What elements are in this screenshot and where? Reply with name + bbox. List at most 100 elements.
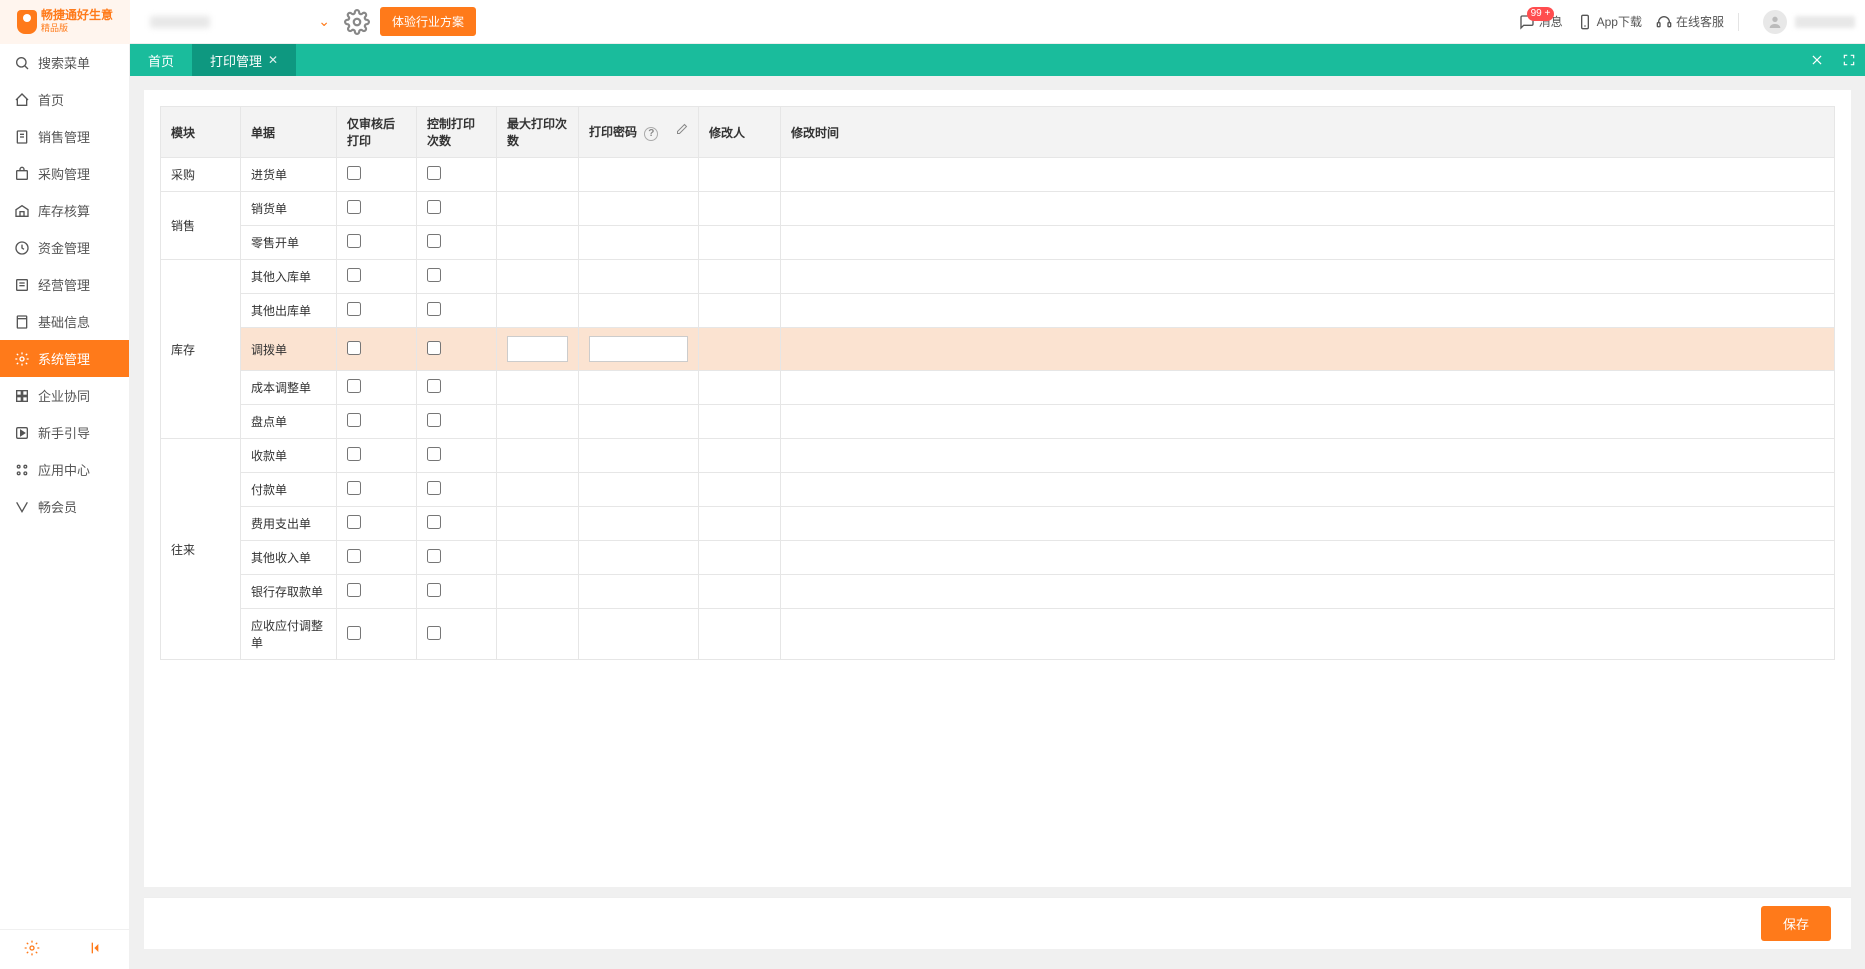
cell-print-password — [579, 439, 699, 473]
close-icon[interactable]: ✕ — [268, 53, 278, 67]
sidebar-item-system[interactable]: 系统管理 — [0, 340, 129, 377]
tab-home[interactable]: 首页 — [130, 44, 192, 76]
online-service-button[interactable]: 在线客服 — [1656, 13, 1724, 30]
audit-only-checkbox[interactable] — [347, 200, 361, 214]
cell-modifier — [699, 192, 781, 226]
limit-count-checkbox[interactable] — [427, 626, 441, 640]
cell-audit-only — [337, 507, 417, 541]
cell-print-password — [579, 294, 699, 328]
fullscreen-button[interactable] — [1833, 44, 1865, 76]
trial-industry-button[interactable]: 体验行业方案 — [380, 7, 476, 36]
audit-only-checkbox[interactable] — [347, 626, 361, 640]
limit-count-checkbox[interactable] — [427, 166, 441, 180]
sidebar-item-fund[interactable]: 资金管理 — [0, 229, 129, 266]
cell-doc: 进货单 — [241, 158, 337, 192]
sidebar-item-home[interactable]: 首页 — [0, 81, 129, 118]
audit-only-checkbox[interactable] — [347, 268, 361, 282]
cell-print-password — [579, 609, 699, 660]
brand-logo[interactable]: 畅捷通好生意 精品版 — [0, 0, 130, 44]
sidebar-item-stockacc[interactable]: 库存核算 — [0, 192, 129, 229]
vip-icon — [14, 499, 30, 515]
print-password-input[interactable] — [589, 336, 688, 362]
cell-module: 采购 — [161, 158, 241, 192]
sidebar-settings-button[interactable] — [24, 940, 40, 959]
save-button[interactable]: 保存 — [1761, 906, 1831, 941]
horizontal-scrollbar[interactable] — [144, 951, 1851, 965]
cell-modify-time — [781, 609, 1835, 660]
user-menu[interactable] — [1753, 10, 1855, 34]
cell-print-password — [579, 507, 699, 541]
cell-modify-time — [781, 405, 1835, 439]
audit-only-checkbox[interactable] — [347, 341, 361, 355]
topbar: 畅捷通好生意 精品版 ⌄ 体验行业方案 99 + 消息 App下载 在线客服 — [0, 0, 1865, 44]
audit-only-checkbox[interactable] — [347, 515, 361, 529]
sidebar-item-coop[interactable]: 企业协同 — [0, 377, 129, 414]
sidebar-item-sales[interactable]: 销售管理 — [0, 118, 129, 155]
audit-only-checkbox[interactable] — [347, 447, 361, 461]
cell-modify-time — [781, 192, 1835, 226]
edit-column-icon[interactable] — [676, 123, 688, 138]
audit-only-checkbox[interactable] — [347, 413, 361, 427]
audit-only-checkbox[interactable] — [347, 302, 361, 316]
org-selector[interactable]: ⌄ — [142, 8, 338, 36]
max-count-input[interactable] — [507, 336, 568, 362]
cell-max-count — [497, 609, 579, 660]
sidebar-collapse-button[interactable] — [89, 940, 105, 959]
gear-icon — [24, 940, 40, 956]
sidebar-item-appcenter[interactable]: 应用中心 — [0, 451, 129, 488]
app-download-button[interactable]: App下载 — [1577, 13, 1642, 30]
table-row: 调拨单 — [161, 328, 1835, 371]
gear-icon — [344, 9, 370, 35]
limit-count-checkbox[interactable] — [427, 302, 441, 316]
sidebar-item-base[interactable]: 基础信息 — [0, 303, 129, 340]
audit-only-checkbox[interactable] — [347, 234, 361, 248]
sidebar-item-purchase[interactable]: 采购管理 — [0, 155, 129, 192]
audit-only-checkbox[interactable] — [347, 583, 361, 597]
th-limit-count: 控制打印次数 — [417, 107, 497, 158]
cell-doc: 其他出库单 — [241, 294, 337, 328]
gear-icon — [14, 351, 30, 367]
cell-print-password — [579, 473, 699, 507]
cell-modifier — [699, 226, 781, 260]
collapse-icon — [89, 940, 105, 956]
cell-max-count — [497, 294, 579, 328]
cell-max-count — [497, 439, 579, 473]
sidebar-item-vip[interactable]: 畅会员 — [0, 488, 129, 525]
audit-only-checkbox[interactable] — [347, 549, 361, 563]
house-icon — [14, 203, 30, 219]
limit-count-checkbox[interactable] — [427, 549, 441, 563]
online-service-label: 在线客服 — [1676, 13, 1724, 30]
book-icon — [14, 314, 30, 330]
limit-count-checkbox[interactable] — [427, 447, 441, 461]
cell-doc: 调拨单 — [241, 328, 337, 371]
sidebar-item-operate[interactable]: 经营管理 — [0, 266, 129, 303]
close-all-tabs-button[interactable] — [1801, 44, 1833, 76]
cell-doc: 成本调整单 — [241, 371, 337, 405]
headset-icon — [1656, 14, 1672, 30]
cell-limit-count — [417, 192, 497, 226]
org-settings-button[interactable] — [344, 9, 370, 35]
limit-count-checkbox[interactable] — [427, 200, 441, 214]
table-row: 费用支出单 — [161, 507, 1835, 541]
audit-only-checkbox[interactable] — [347, 166, 361, 180]
limit-count-checkbox[interactable] — [427, 268, 441, 282]
limit-count-checkbox[interactable] — [427, 234, 441, 248]
sidebar-footer — [0, 929, 129, 969]
limit-count-checkbox[interactable] — [427, 481, 441, 495]
audit-only-checkbox[interactable] — [347, 379, 361, 393]
limit-count-checkbox[interactable] — [427, 515, 441, 529]
limit-count-checkbox[interactable] — [427, 413, 441, 427]
limit-count-checkbox[interactable] — [427, 341, 441, 355]
cell-doc: 应收应付调整单 — [241, 609, 337, 660]
sidebar-item-newbie[interactable]: 新手引导 — [0, 414, 129, 451]
help-icon[interactable]: ? — [644, 127, 658, 141]
cell-print-password — [579, 192, 699, 226]
tab-print-management[interactable]: 打印管理 ✕ — [192, 44, 296, 76]
sidebar-item-search[interactable]: 搜索菜单 — [0, 44, 129, 81]
limit-count-checkbox[interactable] — [427, 379, 441, 393]
cell-modifier — [699, 371, 781, 405]
messages-button[interactable]: 99 + 消息 — [1519, 13, 1563, 30]
th-audit-only: 仅审核后打印 — [337, 107, 417, 158]
audit-only-checkbox[interactable] — [347, 481, 361, 495]
limit-count-checkbox[interactable] — [427, 583, 441, 597]
